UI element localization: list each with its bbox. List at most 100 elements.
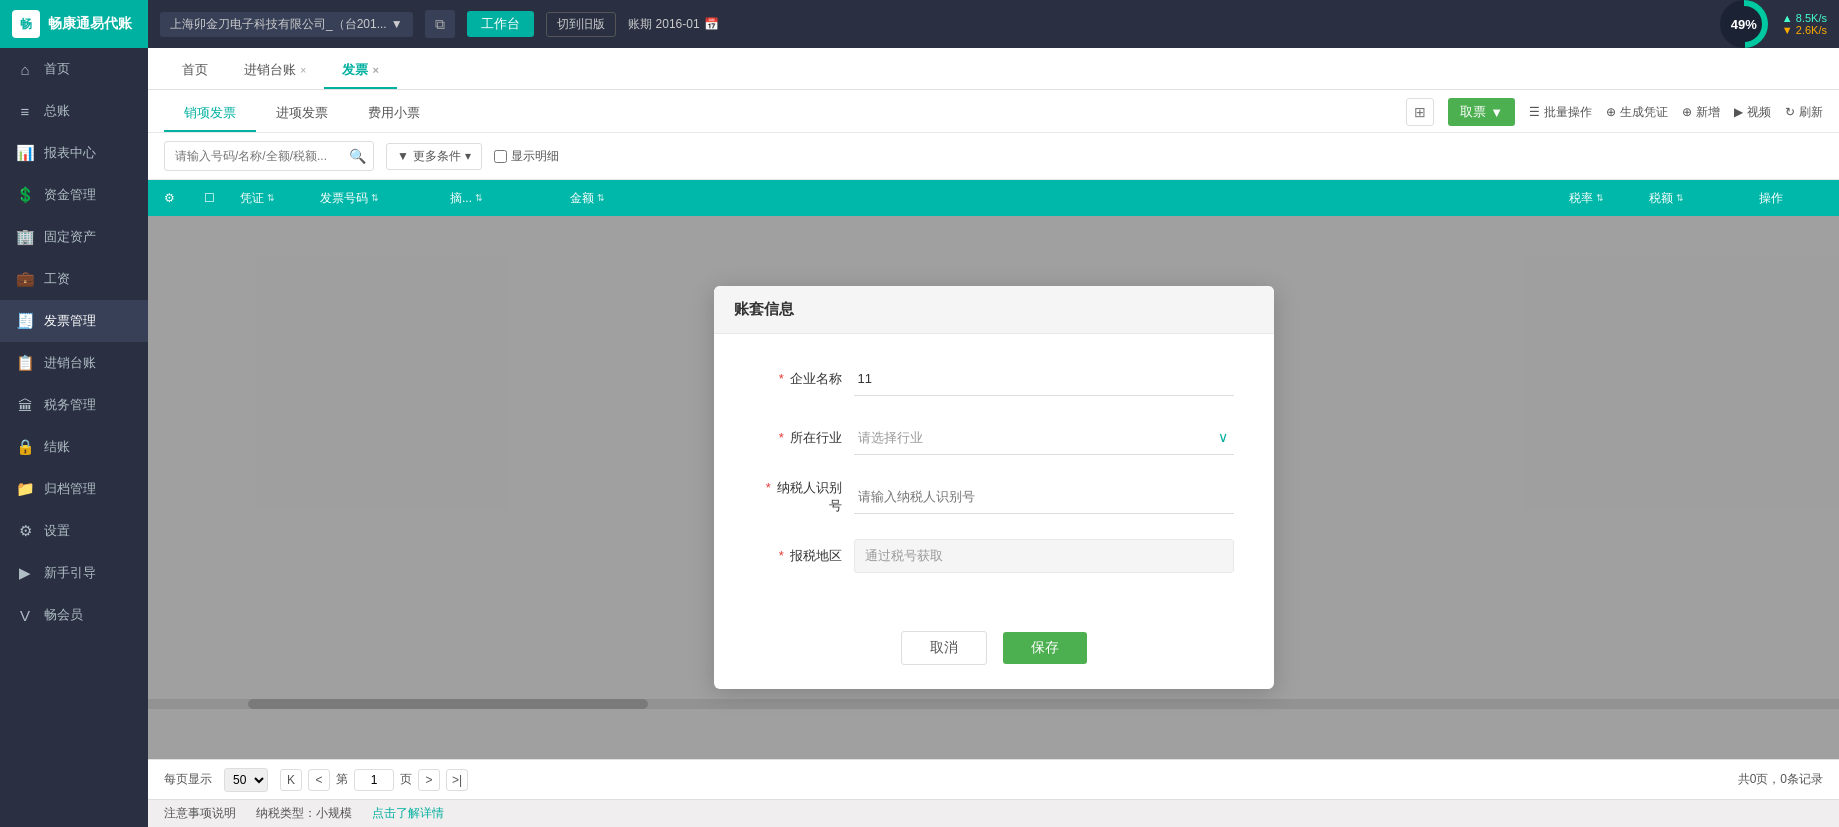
sidebar-item-reports[interactable]: 📊 报表中心: [0, 132, 148, 174]
sidebar-item-label: 畅会员: [44, 606, 83, 624]
sidebar-item-guide[interactable]: ▶ 新手引导: [0, 552, 148, 594]
grid-view-btn[interactable]: ⊞: [1406, 98, 1434, 126]
sidebar: 畅 畅康通易代账 ⌂ 首页 ≡ 总账 📊 报表中心 💲 资金管理 🏢 固定资产 …: [0, 0, 148, 827]
per-page-select[interactable]: 50: [224, 768, 268, 792]
old-version-button[interactable]: 切到旧版: [546, 12, 616, 37]
tax-icon: 🏛: [16, 396, 34, 414]
first-page-btn[interactable]: K: [280, 769, 302, 791]
settings-icon: ⚙: [16, 522, 34, 540]
payroll-icon: 💼: [16, 270, 34, 288]
total-records: 共0页，0条记录: [1738, 771, 1823, 788]
sidebar-logo: 畅 畅康通易代账: [0, 0, 148, 48]
th-action: 操作: [1751, 190, 1831, 207]
batch-op-btn[interactable]: ☰ 批量操作: [1529, 104, 1592, 121]
tab-home[interactable]: 首页: [164, 53, 226, 89]
sidebar-item-label: 固定资产: [44, 228, 96, 246]
sidebar-item-invoice[interactable]: 🧾 发票管理: [0, 300, 148, 342]
subtab-sales-invoice[interactable]: 销项发票: [164, 98, 256, 132]
th-tax-amount[interactable]: 税额 ⇅: [1641, 190, 1751, 207]
sidebar-item-label: 结账: [44, 438, 70, 456]
page-input[interactable]: [354, 769, 394, 791]
sidebar-item-label: 新手引导: [44, 564, 96, 582]
last-page-btn[interactable]: >|: [446, 769, 468, 791]
th-tax-rate[interactable]: 税率 ⇅: [1561, 190, 1641, 207]
sidebar-item-settings[interactable]: ⚙ 设置: [0, 510, 148, 552]
workbench-button[interactable]: 工作台: [467, 11, 534, 37]
subtab-sales-invoice-label: 销项发票: [184, 105, 236, 120]
period-display: 账期 2016-01 📅: [628, 16, 719, 33]
sidebar-item-closing[interactable]: 🔒 结账: [0, 426, 148, 468]
sidebar-item-home[interactable]: ⌂ 首页: [0, 48, 148, 90]
settings-col-icon: ⚙: [164, 191, 175, 205]
video-btn[interactable]: ▶ 视频: [1734, 104, 1771, 121]
chevron-down-icon: ▼: [1490, 105, 1503, 120]
th-checkbox[interactable]: ☐: [196, 191, 232, 205]
voucher-icon: ⊕: [1606, 105, 1616, 119]
sidebar-item-payroll[interactable]: 💼 工资: [0, 258, 148, 300]
form-row-company-name: * 企业名称: [754, 362, 1234, 396]
sidebar-item-archive[interactable]: 📁 归档管理: [0, 468, 148, 510]
prev-page-btn[interactable]: <: [308, 769, 330, 791]
main-content: 上海卯金刀电子科技有限公司_（台201... ▼ ⧉ 工作台 切到旧版 账期 2…: [148, 0, 1839, 827]
next-page-btn[interactable]: >: [418, 769, 440, 791]
modal-body: * 企业名称 * 所在行业 请选择行业: [714, 334, 1274, 617]
sort-icon: ⇅: [1596, 193, 1604, 203]
new-btn[interactable]: ⊕ 新增: [1682, 104, 1720, 121]
filter-icon: ▼: [397, 149, 409, 163]
th-invoice-no[interactable]: 发票号码 ⇅: [312, 190, 442, 207]
show-detail-checkbox[interactable]: 显示明细: [494, 148, 559, 165]
sidebar-item-funds[interactable]: 💲 资金管理: [0, 174, 148, 216]
page-label: 第: [336, 771, 348, 788]
cancel-button[interactable]: 取消: [901, 631, 987, 665]
page-control: K < 第 页 > >|: [280, 769, 468, 791]
topbar: 上海卯金刀电子科技有限公司_（台201... ▼ ⧉ 工作台 切到旧版 账期 2…: [148, 0, 1839, 48]
sidebar-item-member[interactable]: V 畅会员: [0, 594, 148, 636]
status-bar: 注意事项说明 纳税类型：小规模 点击了解详情: [148, 799, 1839, 827]
tab-invoice-close[interactable]: ×: [372, 64, 378, 76]
tab-invoice-label: 发票: [342, 61, 368, 79]
calendar-icon[interactable]: 📅: [704, 17, 719, 31]
sidebar-item-tax[interactable]: 🏛 税务管理: [0, 384, 148, 426]
select-industry[interactable]: 请选择行业: [854, 420, 1234, 454]
refresh-btn[interactable]: ↻ 刷新: [1785, 104, 1823, 121]
company-name: 上海卯金刀电子科技有限公司_（台201...: [170, 16, 387, 33]
tab-sales-close[interactable]: ×: [300, 64, 306, 76]
save-button[interactable]: 保存: [1003, 632, 1087, 664]
status-detail-link[interactable]: 点击了解详情: [372, 805, 444, 822]
content-area: 账套信息 * 企业名称 * 所在行业: [148, 216, 1839, 759]
batch-op-icon: ☰: [1529, 105, 1540, 119]
speed-widget: 49% ▲ 8.5K/s ▼ 2.6K/s: [1720, 0, 1827, 48]
input-company-name[interactable]: [854, 362, 1234, 396]
modal-footer: 取消 保存: [714, 617, 1274, 689]
filter-btn[interactable]: ▼ 更多条件 ▾: [386, 143, 482, 170]
label-tax-region: * 报税地区: [754, 547, 854, 565]
sidebar-item-ledger[interactable]: ≡ 总账: [0, 90, 148, 132]
sort-icon: ⇅: [1676, 193, 1684, 203]
th-summary[interactable]: 摘... ⇅: [442, 190, 562, 207]
search-wrap: 🔍: [164, 141, 374, 171]
tab-sales[interactable]: 进销台账 ×: [226, 53, 324, 89]
period-value: 2016-01: [656, 17, 700, 31]
sales-icon: 📋: [16, 354, 34, 372]
company-selector[interactable]: 上海卯金刀电子科技有限公司_（台201... ▼: [160, 12, 413, 37]
subtab-purchase-invoice[interactable]: 进项发票: [256, 98, 348, 132]
sort-icon: ⇅: [371, 193, 379, 203]
video-icon: ▶: [1734, 105, 1743, 119]
search-input[interactable]: [164, 141, 374, 171]
show-detail-input[interactable]: [494, 150, 507, 163]
gen-voucher-btn[interactable]: ⊕ 生成凭证: [1606, 104, 1668, 121]
tab-sales-label: 进销台账: [244, 61, 296, 79]
tab-invoice[interactable]: 发票 ×: [324, 53, 396, 89]
logo-text: 畅康通易代账: [48, 15, 132, 33]
sidebar-item-label: 资金管理: [44, 186, 96, 204]
subtab-expense[interactable]: 费用小票: [348, 98, 440, 132]
th-amount[interactable]: 金额 ⇅: [562, 190, 1561, 207]
copy-button[interactable]: ⧉: [425, 10, 455, 38]
input-tax-id[interactable]: [854, 480, 1234, 514]
sidebar-item-assets[interactable]: 🏢 固定资产: [0, 216, 148, 258]
sidebar-item-sales[interactable]: 📋 进销台账: [0, 342, 148, 384]
page-suffix: 页: [400, 771, 412, 788]
ticket-btn[interactable]: 取票 ▼: [1448, 98, 1515, 126]
th-voucher[interactable]: 凭证 ⇅: [232, 190, 312, 207]
sidebar-item-label: 进销台账: [44, 354, 96, 372]
